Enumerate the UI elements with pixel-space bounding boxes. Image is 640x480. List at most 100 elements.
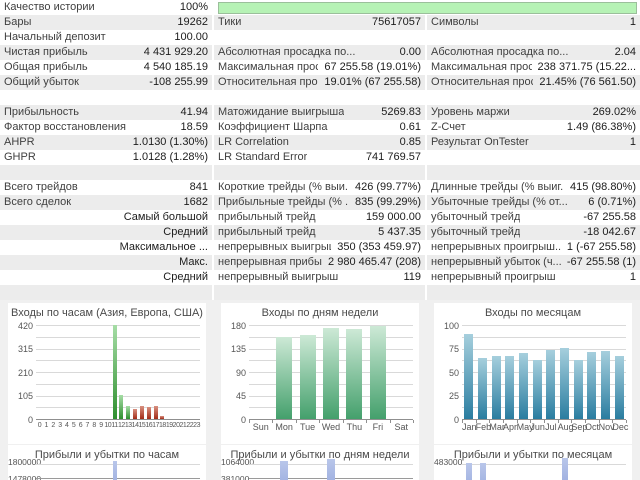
chart-bar — [119, 395, 124, 419]
chart-bar — [532, 360, 542, 419]
stat-row: Матожидание выигрыша 5269.83 — [214, 105, 425, 120]
chart-bar — [601, 351, 610, 419]
stat-value: 1.0130 (1.30%) — [132, 136, 208, 148]
y-axis-tick-label: 135 — [230, 344, 246, 354]
x-axis-tick-label: 7 — [85, 422, 90, 429]
stat-label: Всего трейдов — [4, 181, 78, 193]
stat-row: убыточный трейд -67 255.58 — [427, 210, 640, 225]
stat-row: Начальный депозит 100.00 — [0, 30, 212, 45]
x-axis-tick-mark — [503, 420, 504, 423]
stat-row: Максимальная просадка ... 238 371.75 (15.… — [427, 60, 640, 75]
stat-value: 1.0128 (1.28%) — [132, 151, 208, 163]
stat-row: Абсолютная просадка по... 2.04 — [427, 45, 640, 60]
stat-label: Бары — [4, 16, 32, 28]
stat-value: 6 (0.71%) — [588, 196, 636, 208]
y-axis-tick-label: 0 — [240, 414, 246, 425]
stat-row: Уровень маржи 269.02% — [427, 105, 640, 120]
y-axis-tick-label: 75 — [448, 344, 459, 354]
x-axis-tick-label: 19 — [165, 422, 173, 429]
stat-label: LR Correlation — [218, 136, 289, 148]
stat-value: 67 255.58 (19.01%) — [324, 61, 421, 73]
stat-label: GHPR — [4, 151, 36, 163]
stat-row: Результат OnTester 1 — [427, 135, 640, 150]
chart-bar — [126, 406, 131, 419]
stat-label: Коэффициент Шарпа — [218, 121, 328, 133]
stat-label: Общая прибыль — [4, 61, 88, 73]
strategy-tester-report: Качество истории 100% Бары 19262 Начальный д… — [0, 0, 640, 480]
stat-value: 2 980 465.47 (208) — [328, 256, 421, 268]
chart-gridline — [36, 395, 200, 397]
y-axis-tick-label: 1478000 — [8, 474, 42, 480]
stat-row: непрерывных выигрыше... 350 (353 459.97) — [214, 240, 425, 255]
stat-value: 350 (353 459.97) — [337, 241, 421, 253]
x-axis-tick-label: Jun — [530, 422, 545, 432]
chart-gridline — [462, 348, 626, 350]
x-axis-tick-mark — [272, 420, 274, 423]
stat-label: Относительная просадка ... — [431, 76, 533, 88]
stat-label: убыточный трейд — [431, 211, 521, 223]
stat-label: убыточный трейд — [431, 226, 521, 238]
x-axis-tick-mark — [626, 420, 627, 423]
stat-label: Качество истории — [4, 1, 95, 13]
stat-label: Общий убыток — [4, 76, 79, 88]
x-axis-tick-label: 9 — [99, 422, 103, 429]
stat-label: непрерывных проигрыш... — [431, 241, 561, 253]
stat-label: непрерывный убыток (ч... — [431, 256, 561, 268]
stat-row: непрерывная прибыль (ч... 2 980 465.47 (2… — [214, 255, 425, 270]
chart-title: Входы по часам (Азия, Европа, США) — [11, 307, 203, 319]
chart-bar — [479, 463, 486, 480]
stat-row: Абсолютная просадка по... 0.00 — [214, 45, 425, 60]
y-axis-tick-label: 1064000 — [221, 457, 255, 467]
stat-row: Макс. — [0, 255, 212, 270]
stat-value: Средний — [163, 226, 208, 238]
chart-bar — [112, 325, 117, 419]
x-axis-tick-label: Sep — [571, 422, 588, 432]
stat-row: Средний — [0, 270, 212, 285]
stat-value: 1.49 (86.38%) — [566, 121, 636, 133]
x-axis-tick-label: Sat — [394, 422, 409, 432]
stat-row — [214, 30, 425, 45]
x-axis-tick-mark — [249, 420, 250, 423]
x-axis-tick-mark — [530, 420, 532, 423]
profit-loss-chart-panel: Прибыли и убытки по месяцам 483000 — [434, 445, 632, 480]
y-axis-tick-label: 100 — [443, 320, 459, 331]
stat-value: 415 (98.80%) — [569, 181, 636, 193]
chart-bar — [478, 358, 487, 419]
stat-row: Максимальное ... — [0, 240, 212, 255]
x-axis-tick-label: 1 — [44, 422, 49, 429]
stat-label: прибыльный трейд — [218, 211, 316, 223]
stat-value: Самый большой — [123, 211, 208, 223]
stat-value: 0.00 — [399, 46, 421, 58]
stat-label: Z-Счет — [431, 121, 466, 133]
x-axis-tick-label: Wed — [321, 422, 341, 432]
entries-chart-panel: Входы по дням недели 0 45 90 135 180 Sun Mon Tue… — [221, 303, 419, 444]
chart-bar — [464, 334, 474, 419]
y-axis-tick-label: 210 — [17, 367, 33, 378]
stat-row — [427, 30, 640, 45]
x-axis-tick-label: 18 — [159, 422, 166, 429]
chart-gridline — [462, 325, 626, 326]
x-axis-tick-label: Feb — [475, 422, 492, 432]
stat-row: Относительная просадка ... 19.01% (67 255… — [214, 75, 425, 90]
stat-row: непрерывный убыток (ч... -67 255.58 (1) — [427, 255, 640, 270]
y-axis-tick-label: 180 — [230, 320, 246, 331]
stats-column: Тики 75617057 Абсолютная просадка по... 0.0… — [214, 0, 425, 300]
stat-row: Тики 75617057 — [214, 15, 425, 30]
stat-value: 41.94 — [180, 106, 208, 118]
stat-row: Прибыльность 41.94 — [0, 105, 212, 120]
stat-label: Максимальная просадка ... — [218, 61, 319, 73]
stat-label: прибыльный трейд — [218, 226, 316, 238]
y-axis-tick-label: 50 — [448, 367, 459, 378]
x-axis-tick-mark — [598, 420, 600, 423]
stat-row: Фактор восстановления 18.59 — [0, 120, 212, 135]
chart-gridline — [36, 407, 200, 409]
stat-label: Фактор восстановления — [4, 121, 126, 133]
stat-row — [427, 165, 640, 180]
stat-value: -18 042.67 — [583, 226, 636, 238]
stat-value: 4 431 929.20 — [143, 46, 208, 58]
chart-gridline — [249, 325, 413, 326]
x-axis-tick-mark — [295, 420, 297, 423]
y-axis-tick-label: 381000 — [221, 474, 250, 480]
stat-value: 0.61 — [399, 121, 421, 133]
chart-bar — [146, 407, 151, 419]
